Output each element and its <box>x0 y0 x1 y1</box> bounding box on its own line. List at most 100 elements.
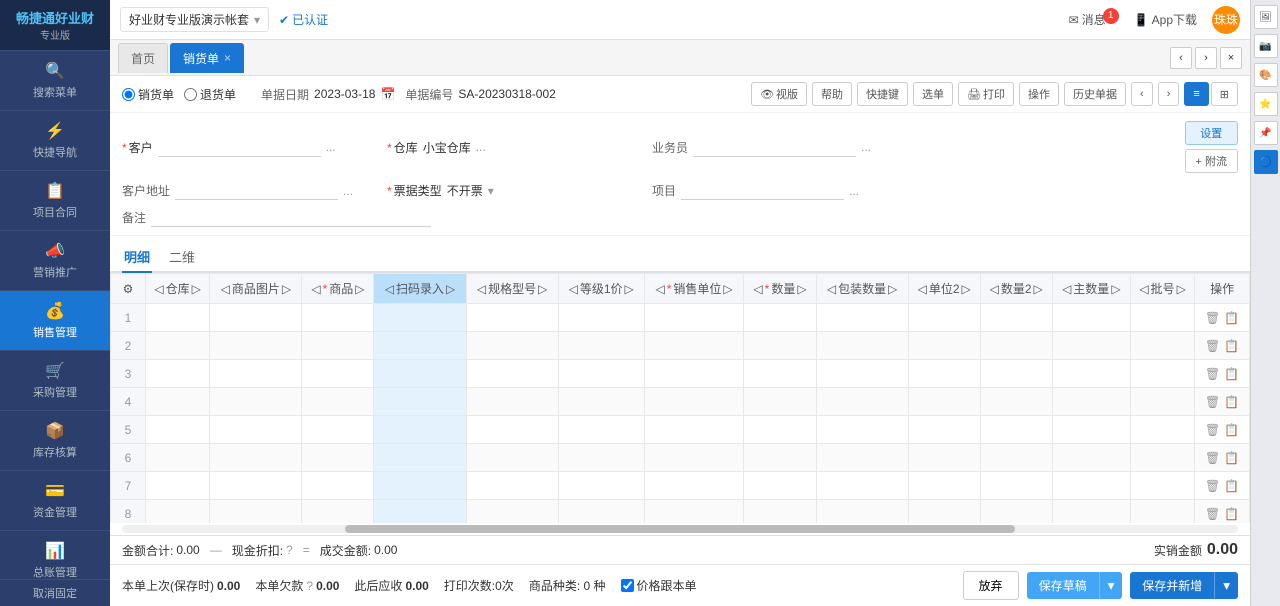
cancel-pin-btn[interactable]: 取消固定 <box>0 579 110 606</box>
help-debt-icon[interactable]: ? <box>306 579 313 593</box>
salesperson-ellipsis[interactable]: ... <box>861 140 871 154</box>
remark-input[interactable] <box>151 208 431 227</box>
save-new-group: 保存并新增 ▾ <box>1130 572 1238 599</box>
select-btn[interactable]: 选单 <box>913 82 953 106</box>
address-input[interactable] <box>175 181 338 200</box>
tab-prev-btn[interactable]: ‹ <box>1170 47 1192 69</box>
prev-record-btn[interactable]: ‹ <box>1131 82 1153 106</box>
copy-row-icon[interactable]: 📋 <box>1224 479 1239 493</box>
warehouse-label: 仓库 <box>387 139 418 156</box>
shortcut-btn[interactable]: 快捷键 <box>857 82 908 106</box>
delete-row-icon[interactable]: 🗑 <box>1205 367 1220 381</box>
sidebar-item-purchase[interactable]: 🛒 采购管理 <box>0 351 110 411</box>
print-btn[interactable]: 🖨打印 <box>958 82 1014 106</box>
tab-close-icon[interactable]: × <box>224 51 231 65</box>
tab-detail[interactable]: 明细 <box>122 242 152 273</box>
print-icon: 🖨 <box>967 88 981 101</box>
customer-ellipsis[interactable]: ... <box>326 140 336 154</box>
tab-next-btn[interactable]: › <box>1195 47 1217 69</box>
delete-row-icon[interactable]: 🗑 <box>1205 395 1220 409</box>
grid-view-btn[interactable]: ⊞ <box>1211 82 1238 106</box>
history-btn[interactable]: 历史单据 <box>1064 82 1126 106</box>
user-avatar[interactable]: 珠珠 <box>1212 6 1240 34</box>
delete-row-icon[interactable]: 🗑 <box>1205 479 1220 493</box>
date-value[interactable]: 2023-03-18 <box>314 87 375 101</box>
action-btn[interactable]: 操作 <box>1019 82 1059 106</box>
copy-row-icon[interactable]: 📋 <box>1224 507 1239 521</box>
radio-sales-order[interactable]: 销货单 <box>122 86 174 103</box>
copy-row-icon[interactable]: 📋 <box>1224 423 1239 437</box>
form-row-1: 客户 ... 仓库 小宝仓库 ... 业务员 ... 设置 + 附流 <box>122 121 1238 173</box>
right-panel-btn-1[interactable]: 📷 <box>1254 34 1278 58</box>
copy-row-icon[interactable]: 📋 <box>1224 339 1239 353</box>
radio-return[interactable]: 退货单 <box>184 86 236 103</box>
messages-btn[interactable]: ✉ 消息 1 <box>1069 11 1119 28</box>
save-new-arrow-btn[interactable]: ▾ <box>1214 572 1238 599</box>
number-value[interactable]: SA-20230318-002 <box>458 87 555 101</box>
settings-btn[interactable]: 设置 <box>1185 121 1238 145</box>
tab-home[interactable]: 首页 <box>118 43 168 73</box>
copy-row-icon[interactable]: 📋 <box>1224 451 1239 465</box>
app-download-btn[interactable]: 📱 App下载 <box>1134 11 1197 28</box>
discount-total: 现金折扣: ? <box>232 542 293 559</box>
salesperson-input[interactable] <box>693 138 856 157</box>
attach-btn[interactable]: + 附流 <box>1185 149 1238 173</box>
invoice-dropdown-icon[interactable]: ▾ <box>488 184 494 198</box>
sidebar-item-quick-nav[interactable]: ⚡ 快捷导航 <box>0 111 110 171</box>
stock-icon: 📦 <box>45 421 65 441</box>
right-panel-btn-4[interactable]: 📌 <box>1254 121 1278 145</box>
save-draft-arrow-btn[interactable]: ▾ <box>1099 572 1123 599</box>
sidebar-item-funds[interactable]: 💳 资金管理 <box>0 471 110 531</box>
help-icon[interactable]: ? <box>286 543 293 557</box>
address-ellipsis[interactable]: ... <box>343 184 353 198</box>
calendar-icon[interactable]: 📅 <box>380 87 395 101</box>
sidebar-item-search-label: 搜索菜单 <box>33 84 77 100</box>
sidebar: 畅捷通好业财 专业版 🔍 搜索菜单 ⚡ 快捷导航 📋 项目合同 📣 营销推广 💰… <box>0 0 110 606</box>
delete-row-icon[interactable]: 🗑 <box>1205 507 1220 521</box>
sidebar-item-search[interactable]: 🔍 搜索菜单 <box>0 51 110 111</box>
delete-row-icon[interactable]: 🗑 <box>1205 451 1220 465</box>
price-checkbox[interactable]: 价格跟本单 <box>621 577 697 594</box>
col-batch-input[interactable]: ◁扫码录入▷ <box>374 274 466 304</box>
table-container[interactable]: ⚙ ◁仓库▷ ◁商品图片▷ ◁*商品▷ ◁扫码录入▷ <box>110 273 1250 523</box>
company-selector[interactable]: 好业财专业版演示帐套 ▾ <box>120 7 269 32</box>
sidebar-item-projects[interactable]: 📋 项目合同 <box>0 171 110 231</box>
save-draft-btn[interactable]: 保存草稿 <box>1027 572 1099 599</box>
tab-2d[interactable]: 二维 <box>167 242 197 273</box>
warehouse-ellipsis[interactable]: ... <box>476 140 486 154</box>
number-label: 单据编号 <box>405 86 453 103</box>
copy-row-icon[interactable]: 📋 <box>1224 395 1239 409</box>
copy-row-icon[interactable]: 📋 <box>1224 311 1239 325</box>
scrollbar-thumb[interactable] <box>345 525 1015 533</box>
delete-row-icon[interactable]: 🗑 <box>1205 339 1220 353</box>
sidebar-item-sales[interactable]: 💰 销售管理 <box>0 291 110 351</box>
tab-close-all-btn[interactable]: × <box>1220 47 1242 69</box>
copy-row-icon[interactable]: 📋 <box>1224 367 1239 381</box>
col-gear[interactable]: ⚙ <box>111 274 146 304</box>
project-input[interactable] <box>681 181 844 200</box>
order-type-radio-group: 销货单 退货单 <box>122 86 236 103</box>
sidebar-item-marketing[interactable]: 📣 营销推广 <box>0 231 110 291</box>
right-panel-btn-0[interactable]: 🖼 <box>1254 5 1278 29</box>
accounting-icon: 📊 <box>45 541 65 561</box>
tab-sales-order[interactable]: 销货单 × <box>170 43 244 73</box>
horizontal-scrollbar[interactable] <box>122 525 1238 533</box>
right-panel-btn-5[interactable]: 🔵 <box>1254 150 1278 174</box>
table-view-btn[interactable]: ≡ <box>1184 82 1208 106</box>
sidebar-item-stock[interactable]: 📦 库存核算 <box>0 411 110 471</box>
save-new-btn[interactable]: 保存并新增 <box>1130 572 1214 599</box>
topbar-right: ✉ 消息 1 📱 App下载 珠珠 <box>1069 6 1240 34</box>
delete-row-icon[interactable]: 🗑 <box>1205 423 1220 437</box>
abandon-btn[interactable]: 放弃 <box>963 571 1019 600</box>
project-ellipsis[interactable]: ... <box>849 184 859 198</box>
customer-input[interactable] <box>158 138 321 157</box>
invoice-label: 票据类型 <box>387 182 442 199</box>
delete-row-icon[interactable]: 🗑 <box>1205 311 1220 325</box>
right-panel-btn-2[interactable]: 🎨 <box>1254 63 1278 87</box>
view-btn[interactable]: 👁视版 <box>751 82 807 106</box>
sidebar-item-accounting[interactable]: 📊 总账管理 <box>0 531 110 579</box>
help-btn[interactable]: 帮助 <box>812 82 852 106</box>
right-panel-btn-3[interactable]: ⭐ <box>1254 92 1278 116</box>
topbar: 好业财专业版演示帐套 ▾ ✔ 已认证 ✉ 消息 1 📱 App下载 珠珠 <box>110 0 1250 40</box>
next-record-btn[interactable]: › <box>1158 82 1180 106</box>
